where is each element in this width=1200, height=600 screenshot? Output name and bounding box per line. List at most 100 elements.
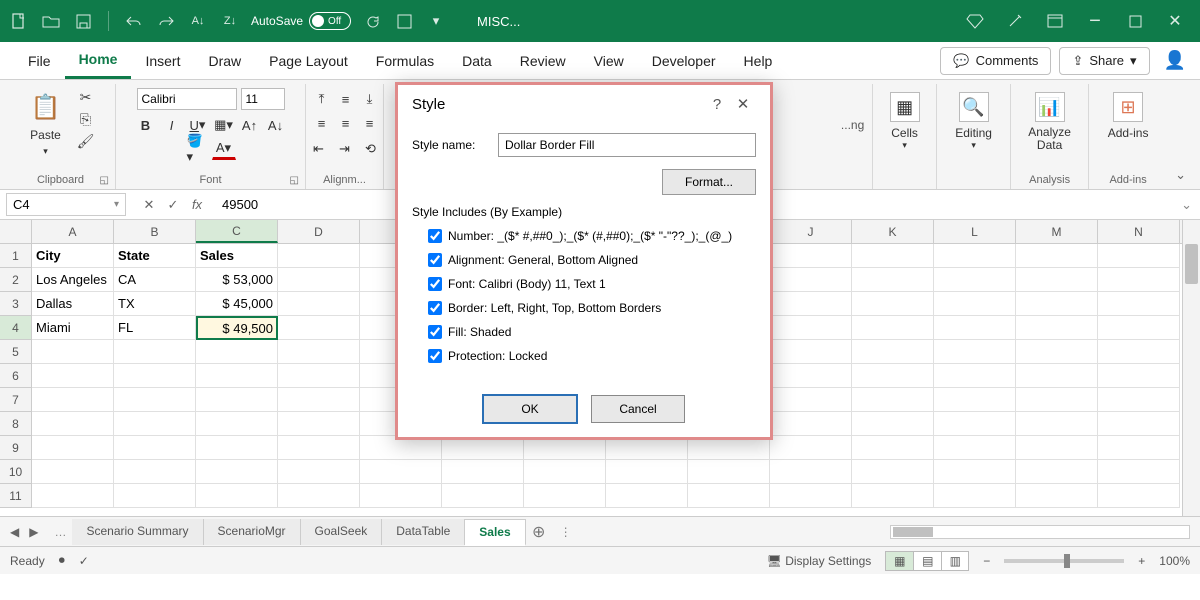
cell[interactable] xyxy=(1098,460,1180,484)
shrink-font-icon[interactable]: A↓ xyxy=(264,114,288,136)
align-top-icon[interactable]: ⤒ xyxy=(310,88,334,110)
cell[interactable] xyxy=(1098,340,1180,364)
sheet-nav-prev-icon[interactable]: ◀ xyxy=(6,525,23,539)
cell[interactable] xyxy=(114,364,196,388)
tab-developer[interactable]: Developer xyxy=(638,42,730,79)
cell[interactable] xyxy=(32,460,114,484)
sheet-tab[interactable]: DataTable xyxy=(382,519,465,545)
cell[interactable] xyxy=(1016,412,1098,436)
cell[interactable] xyxy=(1098,412,1180,436)
cell[interactable] xyxy=(278,460,360,484)
cell[interactable] xyxy=(524,460,606,484)
quicksave-icon[interactable] xyxy=(393,10,415,32)
display-settings-button[interactable]: 🖥 Display Settings xyxy=(767,554,872,568)
style-include-check[interactable]: Font: Calibri (Body) 11, Text 1 xyxy=(428,277,756,291)
cell[interactable]: Miami xyxy=(32,316,114,340)
style-include-check[interactable]: Fill: Shaded xyxy=(428,325,756,339)
cell[interactable] xyxy=(770,244,852,268)
zoom-slider[interactable] xyxy=(1004,559,1124,563)
cell[interactable] xyxy=(934,268,1016,292)
cell[interactable] xyxy=(114,340,196,364)
style-include-check[interactable]: Alignment: General, Bottom Aligned xyxy=(428,253,756,267)
ok-button[interactable]: OK xyxy=(483,395,577,423)
sheet-nav-next-icon[interactable]: ▶ xyxy=(25,525,42,539)
cell[interactable] xyxy=(196,436,278,460)
zoom-level[interactable]: 100% xyxy=(1159,554,1190,568)
comments-button[interactable]: 💬 Comments xyxy=(940,47,1051,75)
cell[interactable] xyxy=(32,340,114,364)
cell[interactable] xyxy=(1098,316,1180,340)
cell[interactable] xyxy=(278,340,360,364)
redo-icon[interactable] xyxy=(155,10,177,32)
cell[interactable] xyxy=(196,340,278,364)
align-right-icon[interactable]: ≡ xyxy=(358,112,382,134)
cell[interactable] xyxy=(852,364,934,388)
cell[interactable] xyxy=(114,460,196,484)
cell[interactable] xyxy=(278,364,360,388)
fill-color-button[interactable]: 🪣▾ xyxy=(186,138,210,160)
horizontal-scrollbar[interactable] xyxy=(890,525,1190,539)
cell[interactable] xyxy=(770,364,852,388)
indent-increase-icon[interactable]: ⇥ xyxy=(333,138,357,160)
row-header[interactable]: 7 xyxy=(0,388,31,412)
confirm-edit-icon[interactable]: ✓ xyxy=(162,197,184,213)
expand-formula-icon[interactable]: ⌄ xyxy=(1173,197,1200,213)
column-header[interactable]: N xyxy=(1098,220,1180,243)
vertical-scrollbar[interactable] xyxy=(1182,220,1200,516)
cell[interactable] xyxy=(934,388,1016,412)
cell[interactable] xyxy=(1098,484,1180,508)
cell[interactable] xyxy=(688,484,770,508)
cell[interactable] xyxy=(934,292,1016,316)
save-icon[interactable] xyxy=(72,10,94,32)
cell[interactable] xyxy=(852,244,934,268)
cell[interactable] xyxy=(278,484,360,508)
cell[interactable] xyxy=(934,340,1016,364)
share-button[interactable]: ⇪ Share ▾ xyxy=(1059,47,1149,75)
column-header[interactable]: K xyxy=(852,220,934,243)
cancel-button[interactable]: Cancel xyxy=(591,395,685,423)
column-header[interactable]: A xyxy=(32,220,114,243)
tab-view[interactable]: View xyxy=(580,42,638,79)
cell[interactable] xyxy=(852,388,934,412)
window-icon[interactable] xyxy=(1044,10,1066,32)
align-center-icon[interactable]: ≡ xyxy=(334,112,358,134)
tab-data[interactable]: Data xyxy=(448,42,506,79)
cell[interactable] xyxy=(770,292,852,316)
qat-more-icon[interactable]: ▾ xyxy=(425,10,447,32)
column-header[interactable]: L xyxy=(934,220,1016,243)
cell[interactable] xyxy=(852,316,934,340)
cell[interactable] xyxy=(32,364,114,388)
cell[interactable] xyxy=(442,460,524,484)
cell[interactable]: State xyxy=(114,244,196,268)
cell[interactable] xyxy=(278,316,360,340)
row-header[interactable]: 10 xyxy=(0,460,31,484)
tab-home[interactable]: Home xyxy=(65,42,132,79)
macro-record-icon[interactable]: ⏺ xyxy=(59,553,65,568)
cell[interactable] xyxy=(852,412,934,436)
zoom-out-button[interactable]: − xyxy=(983,554,990,568)
clipboard-launcher-icon[interactable]: ◱ xyxy=(100,175,109,186)
cell[interactable] xyxy=(852,292,934,316)
cell[interactable] xyxy=(114,412,196,436)
cell[interactable]: Dallas xyxy=(32,292,114,316)
editing-button[interactable]: 🔍 Editing▾ xyxy=(951,88,996,155)
autosave-toggle[interactable]: AutoSave Off xyxy=(251,12,351,30)
cell[interactable] xyxy=(1016,460,1098,484)
maximize-icon[interactable] xyxy=(1124,10,1146,32)
cell[interactable] xyxy=(196,364,278,388)
minimize-icon[interactable]: − xyxy=(1084,10,1106,32)
cell[interactable] xyxy=(1016,388,1098,412)
cell[interactable] xyxy=(934,244,1016,268)
cell[interactable] xyxy=(360,460,442,484)
tab-help[interactable]: Help xyxy=(730,42,787,79)
cell[interactable]: $ 45,000 xyxy=(196,292,278,316)
cell[interactable] xyxy=(32,388,114,412)
diamond-icon[interactable] xyxy=(964,10,986,32)
cell[interactable] xyxy=(934,316,1016,340)
row-header[interactable]: 6 xyxy=(0,364,31,388)
cell[interactable] xyxy=(934,412,1016,436)
cell[interactable] xyxy=(196,460,278,484)
font-launcher-icon[interactable]: ◱ xyxy=(290,175,299,186)
cell[interactable] xyxy=(32,412,114,436)
cell[interactable] xyxy=(770,268,852,292)
